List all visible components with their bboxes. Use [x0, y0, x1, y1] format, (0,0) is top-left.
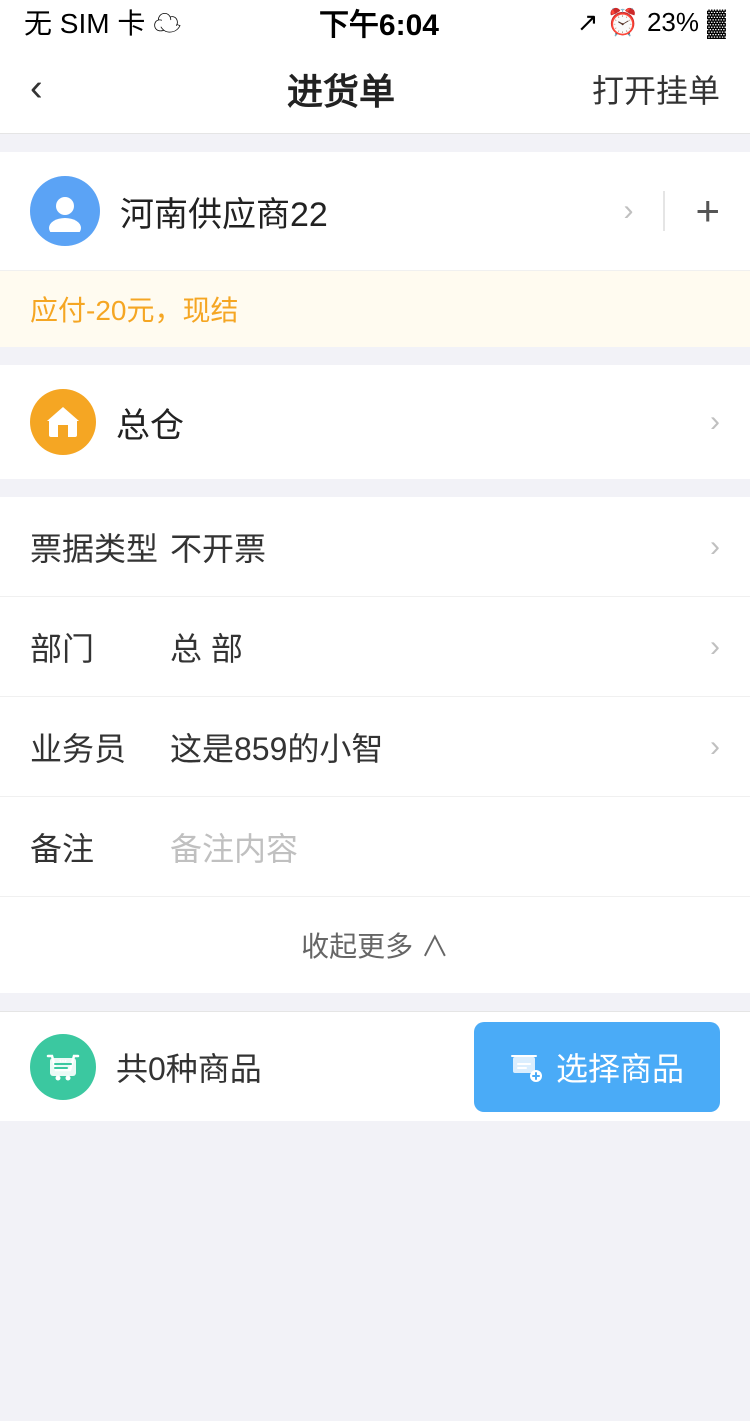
select-goods-label: 选择商品	[556, 1044, 684, 1090]
signal-text: 无 SIM 卡 ☁	[24, 2, 181, 42]
salesperson-row[interactable]: 业务员 这是859的小智 ›	[0, 697, 750, 797]
divider-top	[0, 134, 750, 152]
footer-bar: 共0种商品 选择商品	[0, 1011, 750, 1121]
nav-bar: ‹ 进货单 打开挂单	[0, 44, 750, 134]
supplier-avatar	[30, 176, 100, 246]
invoice-value: 不开票	[170, 524, 710, 570]
battery-icon: ▓	[707, 7, 726, 38]
salesperson-label: 业务员	[30, 724, 170, 770]
status-right: ↗ ⏰ 23% ▓	[577, 7, 726, 38]
warehouse-icon	[30, 389, 96, 455]
supplier-divider	[663, 191, 665, 231]
alarm-icon: ⏰	[607, 7, 639, 38]
warehouse-name: 总仓	[116, 398, 710, 447]
collapse-button[interactable]: 收起更多 ∧	[0, 897, 750, 993]
status-left: 无 SIM 卡 ☁	[24, 2, 181, 42]
dept-row[interactable]: 部门 总 部 ›	[0, 597, 750, 697]
cart-icon-bg	[30, 1034, 96, 1100]
footer-left: 共0种商品	[30, 1034, 262, 1100]
dept-chevron-icon: ›	[710, 630, 720, 664]
divider-2	[0, 347, 750, 365]
remark-row[interactable]: 备注 备注内容	[0, 797, 750, 897]
invoice-row[interactable]: 票据类型 不开票 ›	[0, 497, 750, 597]
warehouse-chevron-icon: ›	[710, 405, 720, 439]
supplier-right-actions: › +	[623, 190, 720, 232]
select-goods-button[interactable]: 选择商品	[474, 1022, 720, 1112]
divider-3	[0, 479, 750, 497]
invoice-label: 票据类型	[30, 524, 170, 570]
collapse-label: 收起更多 ∧	[301, 925, 449, 965]
salesperson-chevron-icon: ›	[710, 730, 720, 764]
battery-text: 23%	[647, 7, 699, 38]
dept-value: 总 部	[170, 624, 710, 670]
add-supplier-button[interactable]: +	[695, 190, 720, 232]
page-title: 进货单	[287, 63, 395, 115]
supplier-chevron-icon: ›	[623, 194, 633, 228]
invoice-chevron-icon: ›	[710, 530, 720, 564]
notice-banner: 应付-20元，现结	[0, 271, 750, 347]
dept-label: 部门	[30, 624, 170, 670]
supplier-section: 河南供应商22 › + 应付-20元，现结	[0, 152, 750, 347]
warehouse-section: 总仓 ›	[0, 365, 750, 479]
warehouse-row[interactable]: 总仓 ›	[0, 365, 750, 479]
goods-count: 共0种商品	[116, 1044, 262, 1090]
back-button[interactable]: ‹	[30, 67, 90, 110]
form-section: 票据类型 不开票 › 部门 总 部 › 业务员 这是859的小智 › 备注 备注…	[0, 497, 750, 993]
bottom-fill	[0, 1121, 750, 1421]
remark-input[interactable]: 备注内容	[170, 824, 720, 870]
status-bar: 无 SIM 卡 ☁ 下午6:04 ↗ ⏰ 23% ▓	[0, 0, 750, 44]
location-icon: ↗	[577, 7, 599, 38]
open-pending-button[interactable]: 打开挂单	[592, 66, 720, 112]
supplier-row[interactable]: 河南供应商22 › +	[0, 152, 750, 271]
remark-label: 备注	[30, 824, 170, 870]
salesperson-value: 这是859的小智	[170, 724, 710, 770]
divider-4	[0, 993, 750, 1011]
status-time: 下午6:04	[319, 0, 439, 44]
supplier-name: 河南供应商22	[120, 187, 623, 236]
